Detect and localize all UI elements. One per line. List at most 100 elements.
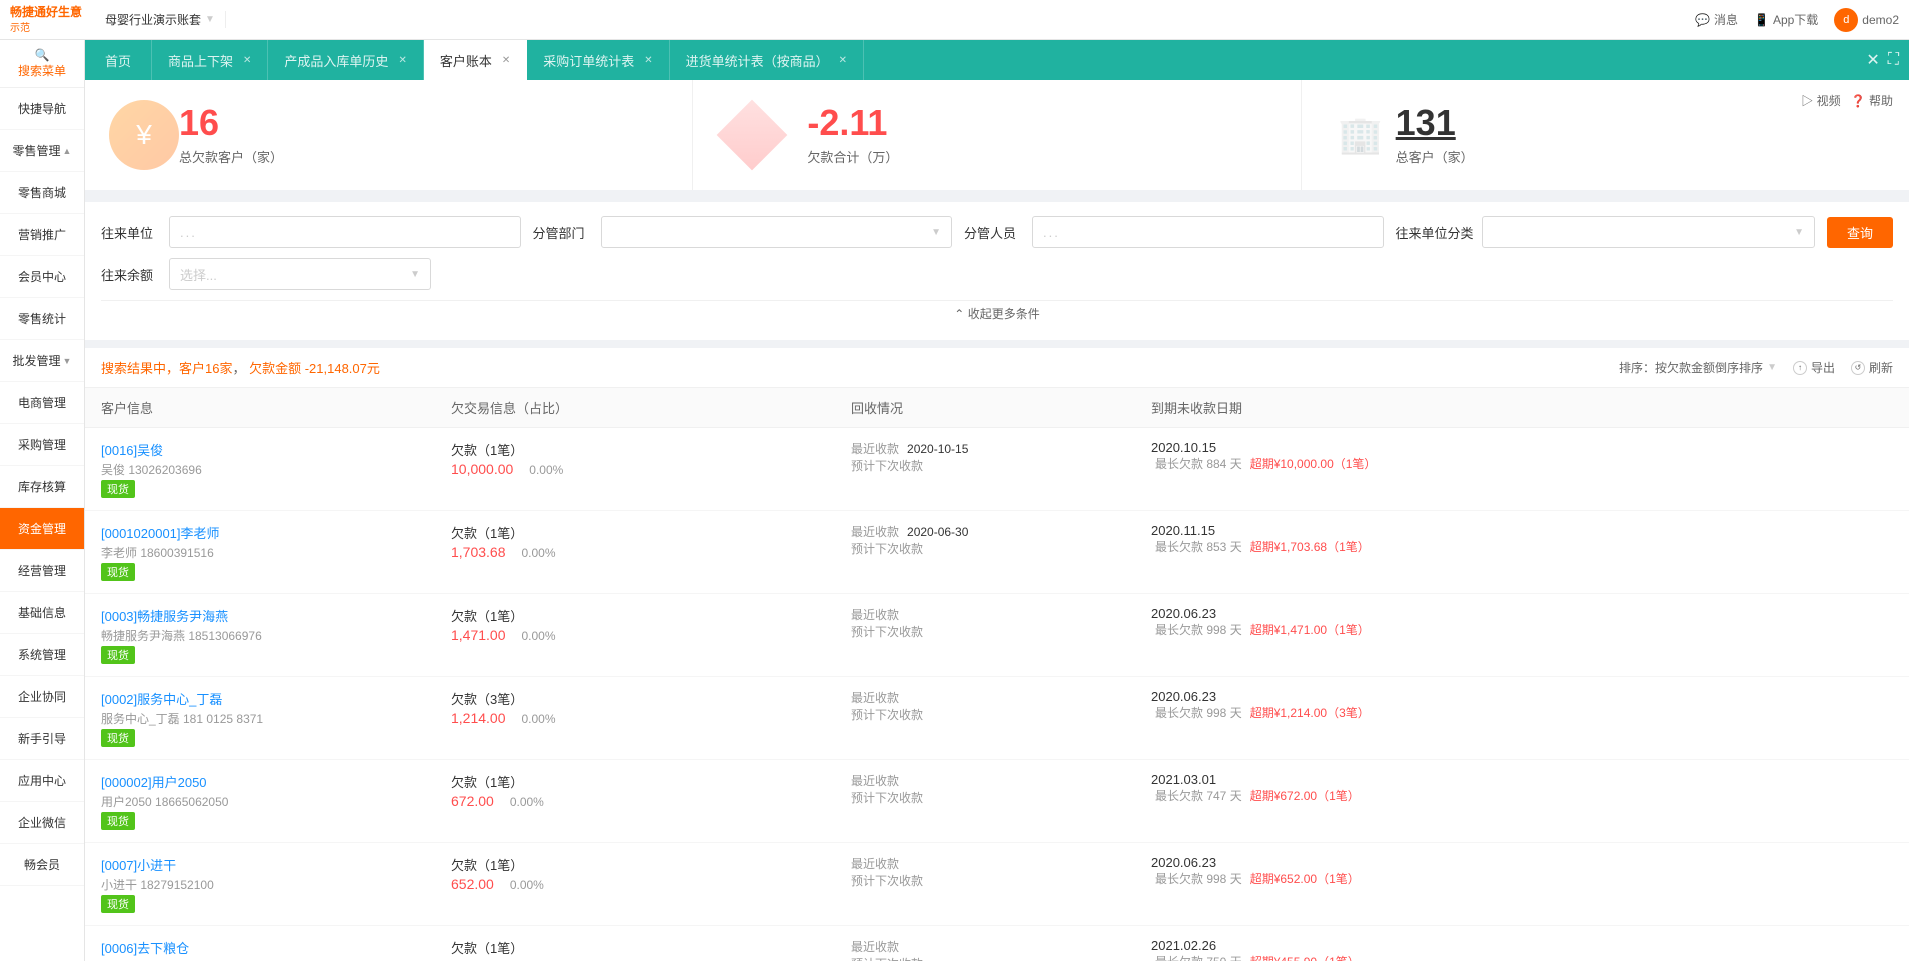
overdue-link[interactable]: 超期¥455.90（1笔）	[1250, 953, 1360, 961]
export-button[interactable]: ↑ 导出	[1793, 359, 1835, 376]
stat-info-total-debt: -2.11 欠款合计（万）	[807, 105, 898, 166]
sidebar-item-corp-wechat[interactable]: 企业微信	[0, 802, 84, 844]
overdue-link[interactable]: 超期¥1,214.00（3笔）	[1250, 704, 1370, 721]
sidebar-item-ecommerce[interactable]: 电商管理	[0, 382, 84, 424]
overdue-date: 2020.10.15	[1151, 440, 1893, 455]
col-header-recovery: 回收情况	[851, 398, 1151, 417]
customer-name[interactable]: [000002]用户2050	[101, 772, 451, 791]
tab-close-products-off[interactable]: ✕	[243, 55, 251, 66]
tab-close-customer-account[interactable]: ✕	[502, 55, 510, 66]
refresh-button[interactable]: ↺ 刷新	[1851, 359, 1893, 376]
refresh-icon: ↺	[1851, 361, 1865, 375]
user-avatar[interactable]: d demo2	[1834, 8, 1899, 32]
next-collection: 预计下次收款	[851, 872, 1151, 889]
app-download-button[interactable]: 📱 App下载	[1754, 11, 1818, 28]
debt-amount: 1,214.00	[451, 710, 506, 726]
balance-select[interactable]: 选择... ▼	[169, 258, 431, 290]
sidebar-item-retail-mall[interactable]: 零售商城	[0, 172, 84, 214]
tab-customer-account[interactable]: 客户账本 ✕	[424, 40, 527, 80]
debt-info-cell: 欠款（1笔） 10,000.00 0.00%	[451, 440, 851, 498]
sidebar-item-basic-info[interactable]: 基础信息	[0, 592, 84, 634]
overdue-link[interactable]: 超期¥10,000.00（1笔）	[1250, 455, 1377, 472]
customer-info-cell: [000002]用户2050 用户2050 18665062050 现货	[101, 772, 451, 830]
filter-row-2: 往来余额 选择... ▼	[101, 258, 1893, 290]
customer-name[interactable]: [0002]服务中心_丁磊	[101, 689, 451, 708]
search-button[interactable]: 查询	[1827, 217, 1893, 248]
sidebar-item-operations[interactable]: 经营管理	[0, 550, 84, 592]
unit-category-label: 往来单位分类	[1396, 223, 1474, 242]
customer-name[interactable]: [0006]去下粮仓	[101, 938, 451, 957]
source-unit-input[interactable]: ...	[169, 216, 521, 248]
sidebar-item-retail-stats[interactable]: 零售统计	[0, 298, 84, 340]
overdue-row: 最长欠款 853 天 超期¥1,703.68（1笔）	[1151, 538, 1893, 555]
tab-products-off[interactable]: 商品上下架 ✕	[152, 40, 268, 80]
message-button[interactable]: 💬 消息	[1695, 11, 1738, 28]
tab-close-product-history[interactable]: ✕	[398, 55, 406, 66]
logo-sub: 示范	[10, 19, 82, 34]
debt-customers-value: 16	[179, 105, 283, 141]
customer-info-cell: [0001020001]李老师 李老师 18600391516 现货	[101, 523, 451, 581]
tab-close-purchase-by-product[interactable]: ✕	[839, 55, 847, 66]
sidebar-item-batch-mgmt[interactable]: 批发管理 ▼	[0, 340, 84, 382]
filter-unit-category: 往来单位分类 ▼	[1396, 216, 1816, 248]
sidebar-search[interactable]: 🔍 搜索菜单	[0, 40, 84, 88]
dept-select[interactable]: ▼	[601, 216, 953, 248]
chevron-down-icon: ▼	[63, 356, 72, 366]
sidebar-item-newbie[interactable]: 新手引导	[0, 718, 84, 760]
customer-info-cell: [0003]畅捷服务尹海燕 畅捷服务尹海燕 18513066976 现货	[101, 606, 451, 664]
tab-product-history[interactable]: 产成品入库单历史 ✕	[268, 40, 423, 80]
overdue-date: 2020.06.23	[1151, 855, 1893, 870]
overdue-link[interactable]: 超期¥652.00（1笔）	[1250, 870, 1360, 887]
customer-name[interactable]: [0007]小进干	[101, 855, 451, 874]
col-header-overdue: 到期未收款日期	[1151, 398, 1893, 417]
stat-info-debt-customers: 16 总欠款客户（家）	[179, 105, 283, 166]
sidebar-item-marketing[interactable]: 营销推广	[0, 214, 84, 256]
collapse-filters-button[interactable]: ⌃ 收起更多条件	[101, 300, 1893, 326]
sidebar-item-retail-mgmt[interactable]: 零售管理 ▲	[0, 130, 84, 172]
last-collection-label: 最近收款	[851, 855, 899, 872]
overdue-link[interactable]: 超期¥672.00（1笔）	[1250, 787, 1360, 804]
customer-contact: 服务中心_丁磊 181 0125 8371	[101, 710, 451, 727]
customer-name[interactable]: [0016]吴俊	[101, 440, 451, 459]
sidebar-item-purchase[interactable]: 采购管理	[0, 424, 84, 466]
tab-home[interactable]: 首页	[85, 40, 152, 80]
sidebar-item-warehouse[interactable]: 库存核算	[0, 466, 84, 508]
tab-close-purchase-stats[interactable]: ✕	[644, 55, 652, 66]
sort-select[interactable]: 排序：按欠款金额倒序排序 ▼	[1619, 359, 1777, 376]
video-button[interactable]: ▷ 视频	[1801, 92, 1840, 109]
total-customers-value: 131	[1396, 105, 1474, 141]
help-button[interactable]: ❓ 帮助	[1851, 92, 1893, 109]
sidebar-item-quick-nav[interactable]: 快捷导航	[0, 88, 84, 130]
stats-row: ¥ 16 总欠款客户（家） -2.11 欠款合计（万）	[85, 80, 1909, 190]
industry-select[interactable]: 母婴行业演示账套 ▼	[95, 11, 226, 28]
debt-info-cell: 欠款（3笔） 1,214.00 0.00%	[451, 689, 851, 747]
tab-purchase-stats[interactable]: 采购订单统计表 ✕	[527, 40, 669, 80]
stat-info-total-customers: 131 总客户（家）	[1396, 105, 1474, 166]
results-summary: 搜索结果中，客户16家， 欠款金额 -21,148.07元	[101, 358, 380, 377]
sidebar-item-finance[interactable]: 资金管理	[0, 508, 84, 550]
sidebar-item-system[interactable]: 系统管理	[0, 634, 84, 676]
overdue-row: 最长欠款 750 天 超期¥455.90（1笔）	[1151, 953, 1893, 961]
filter-balance: 往来余额 选择... ▼	[101, 258, 431, 290]
overdue-link[interactable]: 超期¥1,471.00（1笔）	[1250, 621, 1370, 638]
unit-category-select[interactable]: ▼	[1482, 216, 1815, 248]
data-table: 客户信息 欠交易信息（占比） 回收情况 到期未收款日期 [0016]吴俊 吴俊 …	[85, 388, 1909, 961]
recovery-row: 最近收款 2020-10-15	[851, 440, 1151, 457]
sidebar-item-corp-collab[interactable]: 企业协同	[0, 676, 84, 718]
debt-row: 10,000.00 0.00%	[451, 459, 851, 479]
customer-contact: 畅捷服务尹海燕 18513066976	[101, 627, 451, 644]
tab-purchase-by-product[interactable]: 进货单统计表（按商品） ✕	[670, 40, 864, 80]
recovery-row: 最近收款	[851, 855, 1151, 872]
overdue-link[interactable]: 超期¥1,703.68（1笔）	[1250, 538, 1370, 555]
close-all-tabs-button[interactable]: ✕	[1866, 50, 1879, 70]
expand-icon[interactable]: ⛶	[1888, 51, 1899, 69]
last-collection-date: 2020-06-30	[907, 525, 968, 539]
sidebar-item-app-center[interactable]: 应用中心	[0, 760, 84, 802]
overdue-cell: 2021.02.26 最长欠款 750 天 超期¥455.90（1笔）	[1151, 938, 1893, 961]
last-collection-label: 最近收款	[851, 440, 899, 457]
customer-name[interactable]: [0001020001]李老师	[101, 523, 451, 542]
sidebar-item-member[interactable]: 会员中心	[0, 256, 84, 298]
sidebar-item-vip[interactable]: 畅会员	[0, 844, 84, 886]
manager-input[interactable]: ...	[1032, 216, 1384, 248]
customer-name[interactable]: [0003]畅捷服务尹海燕	[101, 606, 451, 625]
